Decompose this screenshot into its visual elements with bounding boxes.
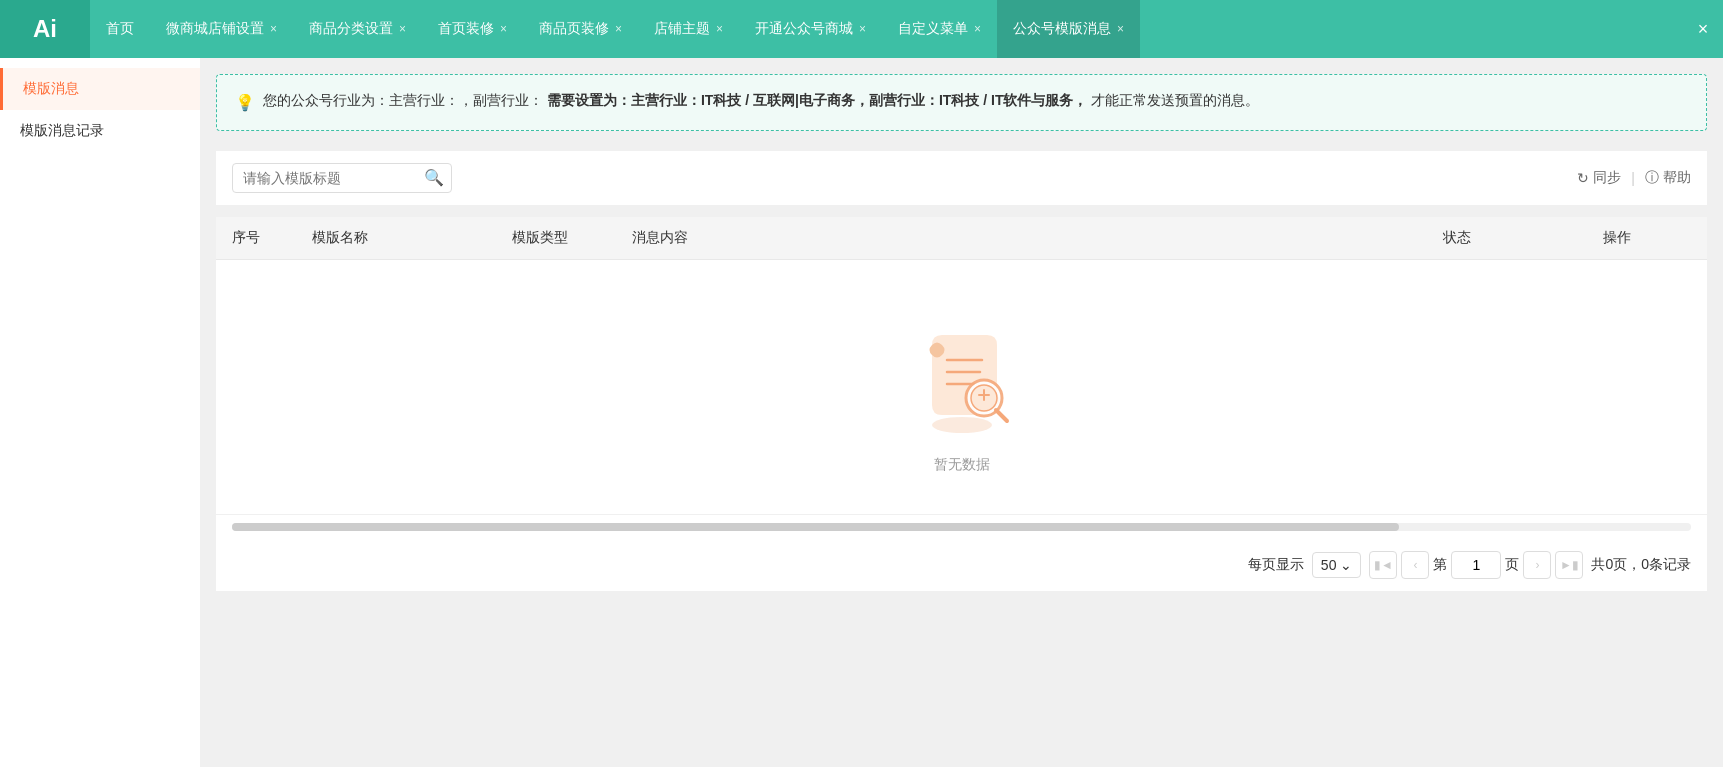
page-size-select[interactable]: 50 ⌄ xyxy=(1312,552,1362,578)
nav-tab[interactable]: 商品分类设置× xyxy=(293,0,422,58)
last-page-button[interactable]: ►▮ xyxy=(1555,551,1583,579)
svg-line-6 xyxy=(996,410,1007,421)
table-wrapper: 序号模版名称模版类型消息内容状态操作 xyxy=(216,217,1707,591)
tab-close-icon[interactable]: × xyxy=(615,22,622,36)
total-info: 共0页，0条记录 xyxy=(1591,556,1691,574)
svg-point-0 xyxy=(932,417,992,433)
fake-scrollbar[interactable] xyxy=(232,523,1691,531)
tab-close-icon[interactable]: × xyxy=(974,22,981,36)
page-size-label: 每页显示 xyxy=(1248,556,1304,574)
top-nav: Ai 首页微商城店铺设置×商品分类设置×首页装修×商品页装修×店铺主题×开通公众… xyxy=(0,0,1723,58)
empty-text: 暂无数据 xyxy=(934,456,990,474)
scrollbar-thumb xyxy=(232,523,1399,531)
search-left: 🔍 xyxy=(232,163,452,193)
search-icon[interactable]: 🔍 xyxy=(424,168,444,187)
page-number-input[interactable] xyxy=(1451,551,1501,579)
main-layout: 模版消息模版消息记录 💡 您的公众号行业为：主营行业：，副营行业： 需要设置为：… xyxy=(0,58,1723,767)
page-nav: ▮◄ ‹ 第 页 › ►▮ xyxy=(1369,551,1583,579)
divider: | xyxy=(1631,170,1635,186)
prev-page-button[interactable]: ‹ xyxy=(1401,551,1429,579)
data-table: 序号模版名称模版类型消息内容状态操作 xyxy=(216,217,1707,260)
nav-tab[interactable]: 首页 xyxy=(90,0,150,58)
pagination: 每页显示 50 ⌄ ▮◄ ‹ 第 页 › ►▮ 共0页，0条记录 xyxy=(216,539,1707,591)
nav-tab[interactable]: 公众号模版消息× xyxy=(997,0,1140,58)
table-header-cell: 模版类型 xyxy=(496,217,616,260)
content-area: 💡 您的公众号行业为：主营行业：，副营行业： 需要设置为：主营行业：IT科技 /… xyxy=(200,58,1723,767)
table-header-cell: 操作 xyxy=(1587,217,1707,260)
app-logo[interactable]: Ai xyxy=(0,0,90,58)
notice-highlight: 需要设置为：主营行业：IT科技 / 互联网|电子商务，副营行业：IT科技 / I… xyxy=(547,92,1088,108)
close-all-button[interactable]: × xyxy=(1683,0,1723,58)
tab-close-icon[interactable]: × xyxy=(1117,22,1124,36)
help-button[interactable]: ⓘ 帮助 xyxy=(1645,169,1691,187)
table-header-cell: 模版名称 xyxy=(296,217,496,260)
table-header-cell: 消息内容 xyxy=(616,217,1427,260)
table-header: 序号模版名称模版类型消息内容状态操作 xyxy=(216,217,1707,260)
sync-label: 同步 xyxy=(1593,169,1621,187)
sidebar-item[interactable]: 模版消息 xyxy=(0,68,200,110)
notice-text: 您的公众号行业为：主营行业：，副营行业： 需要设置为：主营行业：IT科技 / 互… xyxy=(263,89,1688,111)
notice-prefix: 您的公众号行业为：主营行业：，副营行业： xyxy=(263,92,543,108)
header-row: 序号模版名称模版类型消息内容状态操作 xyxy=(216,217,1707,260)
tab-close-icon[interactable]: × xyxy=(500,22,507,36)
page-size-value: 50 xyxy=(1321,557,1337,573)
tab-close-icon[interactable]: × xyxy=(270,22,277,36)
nav-tab[interactable]: 店铺主题× xyxy=(638,0,739,58)
tab-close-icon[interactable]: × xyxy=(859,22,866,36)
page-label-after: 页 xyxy=(1505,556,1519,574)
search-input[interactable] xyxy=(232,163,452,193)
help-label: 帮助 xyxy=(1663,169,1691,187)
next-page-button[interactable]: › xyxy=(1523,551,1551,579)
sidebar: 模版消息模版消息记录 xyxy=(0,58,200,767)
scrollbar-area xyxy=(216,514,1707,539)
nav-tab[interactable]: 开通公众号商城× xyxy=(739,0,882,58)
nav-tabs: 首页微商城店铺设置×商品分类设置×首页装修×商品页装修×店铺主题×开通公众号商城… xyxy=(90,0,1683,58)
search-input-wrapper: 🔍 xyxy=(232,163,452,193)
nav-tab[interactable]: 首页装修× xyxy=(422,0,523,58)
search-right: ↻ 同步 | ⓘ 帮助 xyxy=(1577,169,1691,187)
nav-tab[interactable]: 自定义菜单× xyxy=(882,0,997,58)
table-header-cell: 序号 xyxy=(216,217,296,260)
notice-icon: 💡 xyxy=(235,90,255,116)
page-size-chevron-icon: ⌄ xyxy=(1340,557,1352,573)
nav-tab[interactable]: 商品页装修× xyxy=(523,0,638,58)
search-bar: 🔍 ↻ 同步 | ⓘ 帮助 xyxy=(216,151,1707,205)
sync-icon: ↻ xyxy=(1577,170,1589,186)
notice-suffix: 才能正常发送预置的消息。 xyxy=(1091,92,1259,108)
tab-close-icon[interactable]: × xyxy=(716,22,723,36)
notice-box: 💡 您的公众号行业为：主营行业：，副营行业： 需要设置为：主营行业：IT科技 /… xyxy=(216,74,1707,131)
sidebar-item[interactable]: 模版消息记录 xyxy=(0,110,200,152)
empty-illustration xyxy=(902,320,1022,440)
tab-close-icon[interactable]: × xyxy=(399,22,406,36)
help-icon: ⓘ xyxy=(1645,169,1659,187)
empty-state: 暂无数据 xyxy=(216,260,1707,514)
table-header-cell: 状态 xyxy=(1427,217,1587,260)
page-label-before: 第 xyxy=(1433,556,1447,574)
sync-button[interactable]: ↻ 同步 xyxy=(1577,169,1621,187)
first-page-button[interactable]: ▮◄ xyxy=(1369,551,1397,579)
nav-tab[interactable]: 微商城店铺设置× xyxy=(150,0,293,58)
